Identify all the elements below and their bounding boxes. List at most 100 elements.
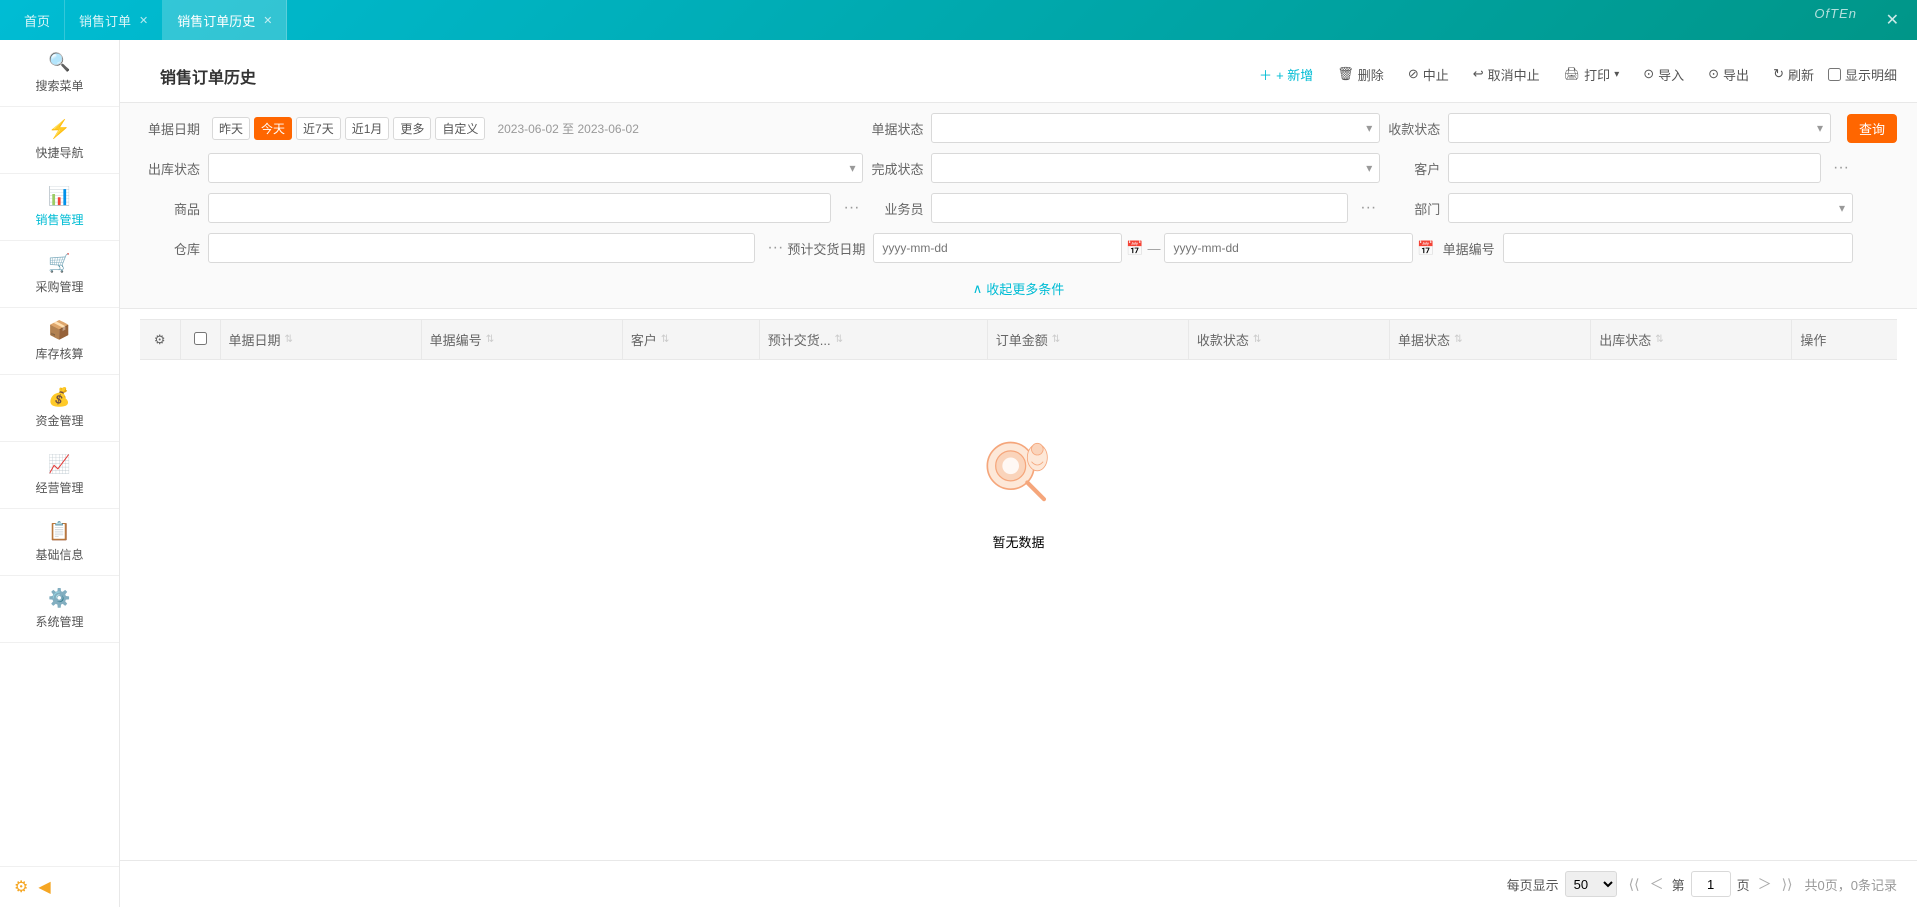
export-label: 导出 bbox=[1723, 65, 1749, 84]
th-order-no: 单据编号 ⇅ bbox=[421, 320, 622, 360]
sidebar-item-inventory[interactable]: 📦 库存核算 bbox=[0, 308, 119, 375]
show-detail-label[interactable]: 显示明细 bbox=[1828, 65, 1897, 84]
window-close-btn[interactable]: ✕ bbox=[1878, 10, 1907, 30]
complete-status-select[interactable] bbox=[931, 153, 1380, 183]
tab-sales-order-history[interactable]: 销售订单历史 ✕ bbox=[163, 0, 287, 40]
filter-item-complete-status: 完成状态 ▾ bbox=[863, 153, 1380, 183]
warehouse-label: 仓库 bbox=[140, 239, 200, 258]
export-button[interactable]: ⊙ 导出 bbox=[1698, 60, 1759, 89]
salesperson-input[interactable] bbox=[931, 193, 1348, 223]
th-action-label: 操作 bbox=[1800, 333, 1826, 348]
stop-button[interactable]: ⊘ 中止 bbox=[1398, 60, 1459, 89]
customer-ellipsis-btn[interactable]: ··· bbox=[1829, 159, 1853, 177]
collapse-btn[interactable]: ∧ 收起更多条件 bbox=[140, 273, 1897, 298]
select-all-checkbox[interactable] bbox=[194, 332, 207, 345]
sidebar-item-business-mgmt[interactable]: 📈 经营管理 bbox=[0, 442, 119, 509]
order-status-select[interactable] bbox=[931, 113, 1380, 143]
order-no-sort-icon[interactable]: ⇅ bbox=[486, 334, 494, 345]
sidebar-bottom: ⚙ ◀ bbox=[0, 866, 119, 907]
import-icon: ⊙ bbox=[1643, 66, 1654, 82]
tab-sales-order[interactable]: 销售订单 ✕ bbox=[65, 0, 163, 40]
amount-sort-icon[interactable]: ⇅ bbox=[1052, 334, 1060, 345]
date-today-btn[interactable]: 今天 bbox=[254, 117, 292, 140]
order-no-input[interactable] bbox=[1503, 233, 1853, 263]
sidebar-collapse-icon[interactable]: ◀ bbox=[38, 877, 50, 897]
pager-first-btn[interactable]: ⟨⟨ bbox=[1627, 876, 1642, 893]
delivery-date-to-input[interactable] bbox=[1164, 233, 1413, 263]
content-area: 销售订单历史 ＋ + 新增 🗑 删除 ⊘ 中止 ↩ 取消中止 bbox=[120, 40, 1917, 907]
department-select[interactable] bbox=[1448, 193, 1853, 223]
sidebar-item-system-mgmt[interactable]: ⚙️ 系统管理 bbox=[0, 576, 119, 643]
sidebar-item-basic-info[interactable]: 📋 基础信息 bbox=[0, 509, 119, 576]
salesperson-ellipsis-btn[interactable]: ··· bbox=[1356, 199, 1380, 217]
show-detail-checkbox[interactable] bbox=[1828, 68, 1841, 81]
outbound-status-label: 出库状态 bbox=[140, 159, 200, 178]
th-order-status: 单据状态 ⇅ bbox=[1390, 320, 1591, 360]
product-ellipsis-btn[interactable]: ··· bbox=[839, 199, 863, 217]
filter-area: 单据日期 昨天 今天 近7天 近1月 更多 自定义 2023-06-02 至 2… bbox=[120, 102, 1917, 309]
tab-sales-order-label: 销售订单 bbox=[79, 11, 131, 30]
date-1month-btn[interactable]: 近1月 bbox=[345, 117, 390, 140]
pager-last-btn[interactable]: ⟩⟩ bbox=[1780, 876, 1795, 893]
sales-mgmt-icon: 📊 bbox=[48, 186, 70, 207]
pager-page-input[interactable] bbox=[1691, 871, 1731, 897]
delivery-date-sep: — bbox=[1147, 241, 1160, 256]
delete-button[interactable]: 🗑 删除 bbox=[1327, 60, 1394, 89]
stop-icon: ⊘ bbox=[1408, 66, 1419, 82]
payment-status-select[interactable] bbox=[1448, 113, 1831, 143]
delivery-date-sort-icon[interactable]: ⇅ bbox=[835, 334, 843, 345]
th-delivery-date: 预计交货... ⇅ bbox=[759, 320, 987, 360]
sidebar-item-quick-nav[interactable]: ⚡ 快捷导航 bbox=[0, 107, 119, 174]
sidebar-item-search-menu-label: 搜索菜单 bbox=[35, 77, 83, 94]
outbound-status-sort-icon[interactable]: ⇅ bbox=[1655, 334, 1663, 345]
outbound-status-select-wrapper: ▾ bbox=[208, 153, 863, 183]
date-more-btn[interactable]: 更多 bbox=[393, 117, 431, 140]
sidebar-item-purchase-mgmt[interactable]: 🛒 采购管理 bbox=[0, 241, 119, 308]
delivery-date-from-input[interactable] bbox=[873, 233, 1122, 263]
tab-sales-order-history-close[interactable]: ✕ bbox=[263, 14, 272, 27]
query-button[interactable]: 查询 bbox=[1847, 114, 1897, 143]
date-sort-icon[interactable]: ⇅ bbox=[285, 334, 293, 345]
empty-illustration bbox=[969, 420, 1069, 520]
page-size-select[interactable]: 10 20 50 100 bbox=[1565, 871, 1617, 897]
table-settings-icon[interactable]: ⚙ bbox=[154, 332, 166, 347]
print-arrow-icon: ▾ bbox=[1614, 69, 1619, 80]
page-size-label: 每页显示 bbox=[1507, 875, 1559, 894]
outbound-status-select[interactable] bbox=[208, 153, 863, 183]
date-7days-btn[interactable]: 近7天 bbox=[296, 117, 341, 140]
pager-next-btn[interactable]: ＞ bbox=[1756, 874, 1774, 894]
warehouse-input[interactable] bbox=[208, 233, 755, 263]
refresh-button[interactable]: ↻ 刷新 bbox=[1763, 60, 1824, 89]
new-button[interactable]: ＋ + 新增 bbox=[1249, 60, 1323, 89]
th-settings: ⚙ bbox=[140, 320, 180, 360]
customer-sort-icon[interactable]: ⇅ bbox=[661, 334, 669, 345]
top-bar-right: OfTEn ✕ bbox=[1878, 10, 1907, 30]
show-detail-text: 显示明细 bbox=[1845, 65, 1897, 84]
product-input[interactable] bbox=[208, 193, 831, 223]
delivery-date-range: 📅 — 📅 bbox=[873, 233, 1434, 263]
sidebar: 🔍 搜索菜单 ⚡ 快捷导航 📊 销售管理 🛒 采购管理 📦 库存核算 💰 资金管… bbox=[0, 40, 120, 907]
payment-status-sort-icon[interactable]: ⇅ bbox=[1253, 334, 1261, 345]
warehouse-ellipsis-btn[interactable]: ··· bbox=[763, 239, 787, 257]
order-status-sort-icon[interactable]: ⇅ bbox=[1454, 334, 1462, 345]
filter-item-order-no: 单据编号 bbox=[1435, 233, 1897, 263]
date-custom-btn[interactable]: 自定义 bbox=[435, 117, 485, 140]
date-range-text: 2023-06-02 至 2023-06-02 bbox=[497, 120, 638, 137]
cancel-stop-button[interactable]: ↩ 取消中止 bbox=[1463, 60, 1550, 89]
sidebar-item-search-menu[interactable]: 🔍 搜索菜单 bbox=[0, 40, 119, 107]
print-icon: 🖨 bbox=[1564, 66, 1581, 82]
import-button[interactable]: ⊙ 导入 bbox=[1633, 60, 1694, 89]
th-outbound-status-label: 出库状态 bbox=[1599, 330, 1651, 349]
sidebar-item-sales-mgmt[interactable]: 📊 销售管理 bbox=[0, 174, 119, 241]
quick-nav-icon: ⚡ bbox=[48, 119, 70, 140]
delivery-date-to-calendar-icon[interactable]: 📅 bbox=[1417, 240, 1434, 257]
print-button[interactable]: 🖨 打印 ▾ bbox=[1554, 60, 1630, 89]
pager-prev-btn[interactable]: ＜ bbox=[1648, 874, 1666, 894]
date-yesterday-btn[interactable]: 昨天 bbox=[212, 117, 250, 140]
sidebar-item-finance[interactable]: 💰 资金管理 bbox=[0, 375, 119, 442]
tab-home[interactable]: 首页 bbox=[10, 0, 65, 40]
delivery-date-from-calendar-icon[interactable]: 📅 bbox=[1126, 240, 1143, 257]
tab-sales-order-close[interactable]: ✕ bbox=[139, 14, 148, 27]
sidebar-settings-icon[interactable]: ⚙ bbox=[14, 877, 28, 897]
customer-input[interactable] bbox=[1448, 153, 1821, 183]
